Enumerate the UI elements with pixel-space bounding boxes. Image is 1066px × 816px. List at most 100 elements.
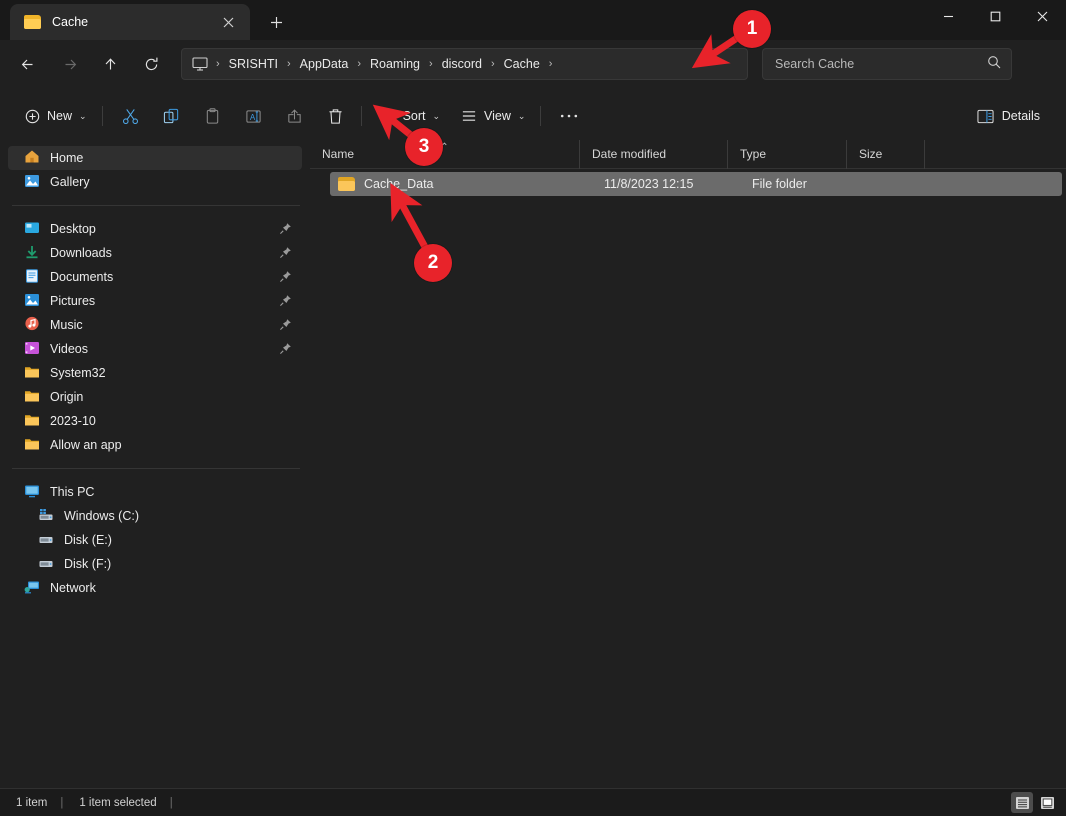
scissors-icon — [123, 108, 139, 124]
sort-button[interactable]: Sort ⌄ — [371, 100, 449, 132]
view-icon — [462, 111, 476, 121]
sidebar-item-label: Videos — [50, 342, 88, 356]
sidebar-item-label: 2023-10 — [50, 414, 96, 428]
rename-button[interactable]: A — [235, 100, 273, 132]
back-button[interactable] — [11, 47, 45, 81]
sidebar-item-origin[interactable]: Origin — [8, 385, 302, 409]
navigation-pane[interactable]: Home Gallery Desktop Downloads Documents… — [0, 140, 310, 788]
sidebar-divider — [12, 468, 300, 469]
breadcrumb-item-srishti[interactable]: SRISHTI — [222, 53, 285, 75]
window-controls — [925, 0, 1066, 33]
home-icon — [24, 149, 40, 167]
copy-button[interactable] — [153, 100, 191, 132]
folder-icon — [24, 437, 40, 454]
windows-drive-icon — [38, 508, 54, 525]
forward-button[interactable] — [52, 47, 86, 81]
command-bar: New ⌄ A Sort ⌄ View ⌄ Details — [0, 96, 1066, 136]
column-label: Type — [740, 147, 767, 161]
up-button[interactable] — [93, 47, 127, 81]
column-header-size[interactable]: Size — [847, 139, 925, 169]
pin-icon[interactable] — [279, 342, 292, 355]
sidebar-item-disk-f[interactable]: Disk (F:) — [8, 552, 302, 576]
cut-button[interactable] — [112, 100, 150, 132]
breadcrumb-separator: › — [429, 58, 433, 70]
details-view-toggle[interactable] — [1011, 792, 1033, 813]
details-pane-button[interactable]: Details — [967, 100, 1050, 132]
pin-icon[interactable] — [279, 270, 292, 283]
file-explorer-window: Cache › SRISHTI › AppData › Roaming › di… — [0, 0, 1066, 816]
sidebar-item-network[interactable]: Network — [8, 576, 302, 600]
file-name-cell: Cache_Data — [330, 177, 592, 191]
search-icon[interactable] — [987, 55, 1001, 74]
sidebar-item-this-pc[interactable]: This PC — [8, 480, 302, 504]
network-icon — [24, 580, 40, 597]
breadcrumb-item-cache[interactable]: Cache — [497, 53, 547, 75]
this-pc-icon[interactable] — [188, 57, 214, 71]
sidebar-item-allow-an-app[interactable]: Allow an app — [8, 433, 302, 457]
breadcrumb-item-appdata[interactable]: AppData — [293, 53, 356, 75]
sidebar-item-label: Home — [50, 151, 84, 165]
breadcrumb-item-roaming[interactable]: Roaming — [363, 53, 427, 75]
delete-button[interactable] — [317, 100, 355, 132]
pin-icon[interactable] — [279, 246, 292, 259]
paste-button[interactable] — [194, 100, 232, 132]
minimize-button[interactable] — [925, 0, 972, 33]
sidebar-item-label: Allow an app — [50, 438, 122, 452]
details-pane-icon — [977, 109, 994, 123]
documents-icon — [24, 268, 40, 286]
status-divider: | — [60, 796, 64, 809]
column-header-name[interactable]: Name ⌃ — [310, 139, 580, 169]
sidebar-item-gallery[interactable]: Gallery — [8, 170, 302, 194]
sidebar-item-pictures[interactable]: Pictures — [8, 289, 302, 313]
search-box[interactable] — [762, 48, 1012, 80]
sidebar-item-label: Downloads — [50, 246, 112, 260]
breadcrumb-separator: › — [357, 58, 361, 70]
sidebar-item-label: Pictures — [50, 294, 96, 308]
sidebar-item-label: Origin — [50, 390, 84, 404]
large-icons-view-toggle[interactable] — [1036, 792, 1058, 813]
column-header-type[interactable]: Type — [728, 139, 847, 169]
breadcrumb-separator: › — [548, 58, 553, 70]
new-button[interactable]: New ⌄ — [16, 100, 96, 132]
trash-icon — [329, 108, 342, 124]
sidebar-item-home[interactable]: Home — [8, 146, 302, 170]
sidebar-item-2023-10[interactable]: 2023-10 — [8, 409, 302, 433]
sidebar-item-music[interactable]: Music — [8, 313, 302, 337]
maximize-button[interactable] — [972, 0, 1019, 33]
sidebar-item-disk-e[interactable]: Disk (E:) — [8, 528, 302, 552]
tab-cache[interactable]: Cache — [10, 4, 250, 40]
sidebar-item-videos[interactable]: Videos — [8, 337, 302, 361]
file-list-pane[interactable]: Name ⌃ Date modified Type Size Cache_Dat… — [310, 139, 1066, 788]
breadcrumb[interactable]: › SRISHTI › AppData › Roaming › discord … — [181, 48, 748, 80]
table-row[interactable]: Cache_Data 11/8/2023 12:15 File folder — [330, 172, 1062, 196]
pin-icon[interactable] — [279, 294, 292, 307]
sidebar-item-desktop[interactable]: Desktop — [8, 217, 302, 241]
details-view-icon — [1015, 796, 1029, 809]
sidebar-item-label: This PC — [50, 485, 95, 499]
view-button[interactable]: View ⌄ — [452, 100, 534, 132]
sidebar-item-label: Music — [50, 318, 83, 332]
view-button-label: View — [484, 109, 511, 123]
share-button[interactable] — [276, 100, 314, 132]
rename-icon: A — [246, 109, 261, 123]
breadcrumb-item-discord[interactable]: discord — [435, 53, 489, 75]
sidebar-item-windows-c[interactable]: Windows (C:) — [8, 504, 302, 528]
folder-icon — [24, 413, 40, 430]
refresh-button[interactable] — [134, 47, 168, 81]
this-pc-icon — [24, 484, 40, 501]
sidebar-item-documents[interactable]: Documents — [8, 265, 302, 289]
music-icon — [24, 316, 40, 334]
close-tab-icon[interactable] — [214, 9, 242, 35]
pin-icon[interactable] — [279, 318, 292, 331]
sidebar-item-downloads[interactable]: Downloads — [8, 241, 302, 265]
search-input[interactable] — [775, 57, 987, 71]
new-tab-button[interactable] — [259, 7, 293, 37]
see-more-button[interactable] — [550, 100, 588, 132]
drive-icon — [38, 556, 54, 573]
close-button[interactable] — [1019, 0, 1066, 33]
column-header-date-modified[interactable]: Date modified — [580, 139, 728, 169]
sidebar-item-system32[interactable]: System32 — [8, 361, 302, 385]
address-bar-row: › SRISHTI › AppData › Roaming › discord … — [0, 40, 1066, 88]
pin-icon[interactable] — [279, 222, 292, 235]
sidebar-divider — [12, 205, 300, 206]
